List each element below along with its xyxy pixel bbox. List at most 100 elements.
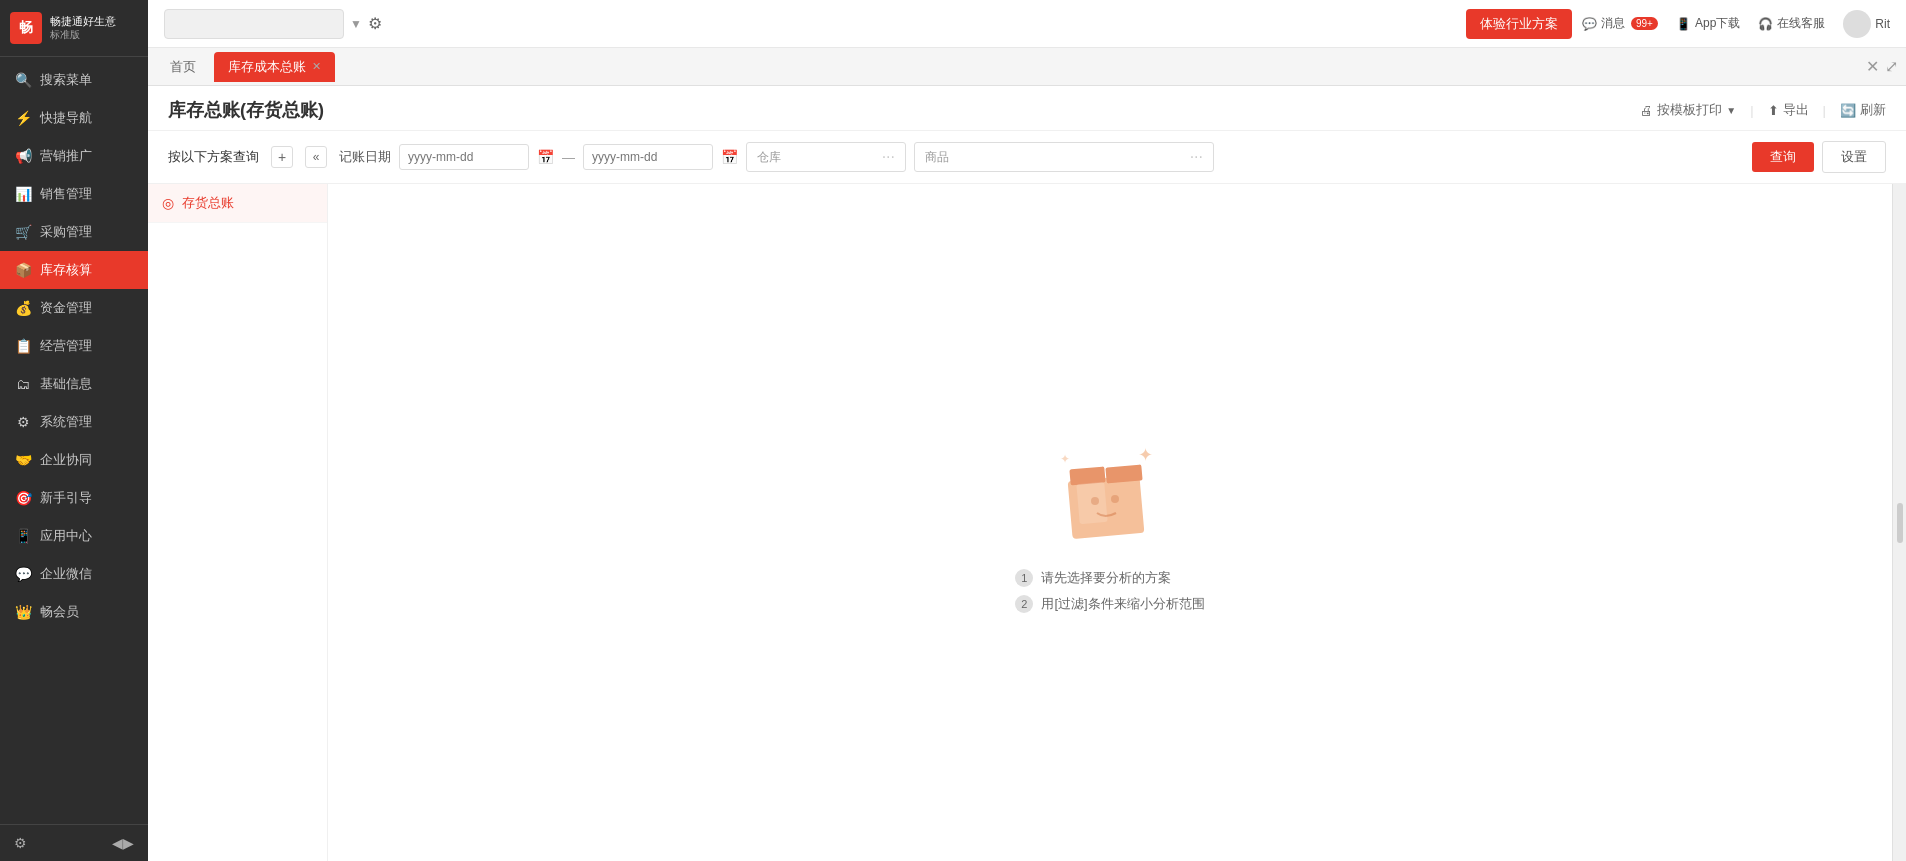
svg-rect-2 [1105, 464, 1142, 483]
topbar: ▼ ⚙ 体验行业方案 💬 消息 99+ 📱 App下载 🎧 在线客服 Rit [148, 0, 1906, 48]
close-panel-icon[interactable]: ✕ [1866, 57, 1879, 76]
sidebar-item-basic-info[interactable]: 🗂 基础信息 [0, 365, 148, 403]
settings-icon[interactable]: ⚙ [368, 14, 382, 33]
sidebar-item-capital[interactable]: 💰 资金管理 [0, 289, 148, 327]
sidebar-item-search-menu[interactable]: 🔍 搜索菜单 [0, 61, 148, 99]
tab-inventory-cost-label: 库存成本总账 [228, 58, 306, 76]
search-menu-icon: 🔍 [14, 71, 32, 89]
tip-text-2: 用[过滤]条件来缩小分析范围 [1041, 595, 1204, 613]
sidebar-item-label: 基础信息 [40, 375, 92, 393]
online-service-btn[interactable]: 🎧 在线客服 [1758, 15, 1825, 32]
empty-content: ✦ ✦ 1 请先选择要分析的方案 2 用[过滤]条 [1015, 433, 1204, 613]
sidebar-item-wechat[interactable]: 💬 企业微信 [0, 555, 148, 593]
sidebar-item-label: 搜索菜单 [40, 71, 92, 89]
main-area: ▼ ⚙ 体验行业方案 💬 消息 99+ 📱 App下载 🎧 在线客服 Rit [148, 0, 1906, 861]
sidebar-item-cooperation[interactable]: 🤝 企业协同 [0, 441, 148, 479]
export-icon: ⬆ [1768, 103, 1779, 118]
scheme-sidebar: ◎ 存货总账 [148, 184, 328, 861]
scheme-inventory-icon: ◎ [162, 195, 174, 211]
scheme-item-label: 存货总账 [182, 194, 234, 212]
filter-collapse-btn[interactable]: « [305, 146, 327, 168]
sidebar-item-label: 系统管理 [40, 413, 92, 431]
sidebar-item-member[interactable]: 👑 畅会员 [0, 593, 148, 631]
settings-footer-icon[interactable]: ⚙ [14, 835, 27, 851]
quick-nav-icon: ⚡ [14, 109, 32, 127]
tab-home-label: 首页 [170, 58, 196, 76]
sidebar-item-operations[interactable]: 📋 经营管理 [0, 327, 148, 365]
goods-select[interactable]: 商品 ··· [914, 142, 1214, 172]
sidebar-item-guide[interactable]: 🎯 新手引导 [0, 479, 148, 517]
sidebar-item-inventory[interactable]: 📦 库存核算 [0, 251, 148, 289]
sidebar-item-app-center[interactable]: 📱 应用中心 [0, 517, 148, 555]
sidebar-logo: 畅 畅捷通好生意 标准版 [0, 0, 148, 57]
sidebar-item-label: 应用中心 [40, 527, 92, 545]
sidebar-footer: ⚙ ◀▶ [0, 824, 148, 861]
collapse-icon[interactable]: ◀▶ [112, 835, 134, 851]
query-btn[interactable]: 查询 [1752, 142, 1814, 172]
print-btn[interactable]: 🖨 按模板打印 ▼ [1640, 101, 1736, 119]
divider: | [1750, 103, 1753, 118]
wechat-icon: 💬 [14, 565, 32, 583]
filter-add-btn[interactable]: + [271, 146, 293, 168]
page-title: 库存总账(存货总账) [168, 98, 324, 122]
print-icon: 🖨 [1640, 103, 1653, 118]
sidebar-item-system[interactable]: ⚙ 系统管理 [0, 403, 148, 441]
guide-icon: 🎯 [14, 489, 32, 507]
message-btn[interactable]: 💬 消息 99+ [1582, 15, 1658, 32]
refresh-btn[interactable]: 🔄 刷新 [1840, 101, 1886, 119]
right-panel-handle [1897, 503, 1903, 543]
right-panel[interactable] [1892, 184, 1906, 861]
print-dropdown-icon[interactable]: ▼ [1726, 105, 1736, 116]
sidebar-item-label: 企业协同 [40, 451, 92, 469]
scheme-item-inventory-ledger[interactable]: ◎ 存货总账 [148, 184, 327, 223]
sidebar-item-sales[interactable]: 📊 销售管理 [0, 175, 148, 213]
tab-inventory-cost[interactable]: 库存成本总账 ✕ [214, 52, 335, 82]
calendar-start-icon[interactable]: 📅 [537, 149, 554, 165]
filter-bar: 按以下方案查询 + « 记账日期 📅 — 📅 仓库 ··· 商品 ··· 查询 … [148, 131, 1906, 184]
user-profile[interactable]: Rit [1843, 10, 1890, 38]
tab-home[interactable]: 首页 [156, 52, 210, 82]
sidebar-item-label: 经营管理 [40, 337, 92, 355]
expand-icon[interactable]: ⤢ [1885, 57, 1898, 76]
basic-info-icon: 🗂 [14, 375, 32, 393]
sidebar-item-label: 销售管理 [40, 185, 92, 203]
warehouse-more-icon: ··· [882, 148, 895, 166]
app-download-btn[interactable]: 📱 App下载 [1676, 15, 1740, 32]
goods-more-icon: ··· [1190, 148, 1203, 166]
sidebar-item-label: 采购管理 [40, 223, 92, 241]
page-header: 库存总账(存货总账) 🖨 按模板打印 ▼ | ⬆ 导出 | 🔄 刷新 [148, 86, 1906, 131]
date-end-input[interactable] [583, 144, 713, 170]
calendar-end-icon[interactable]: 📅 [721, 149, 738, 165]
svg-point-7 [1111, 495, 1119, 503]
operations-icon: 📋 [14, 337, 32, 355]
capital-icon: 💰 [14, 299, 32, 317]
sidebar-item-quick-nav[interactable]: ⚡ 快捷导航 [0, 99, 148, 137]
date-start-input[interactable] [399, 144, 529, 170]
empty-svg: ✦ ✦ [1050, 433, 1170, 553]
sidebar-item-marketing[interactable]: 📢 营销推广 [0, 137, 148, 175]
sidebar-item-purchase[interactable]: 🛒 采购管理 [0, 213, 148, 251]
empty-state: ✦ ✦ 1 请先选择要分析的方案 2 用[过滤]条 [328, 184, 1892, 861]
warehouse-select[interactable]: 仓库 ··· [746, 142, 906, 172]
settings-btn[interactable]: 设置 [1822, 141, 1886, 173]
purchase-icon: 🛒 [14, 223, 32, 241]
message-label: 消息 [1601, 15, 1625, 32]
tab-close-icon[interactable]: ✕ [312, 61, 321, 72]
system-icon: ⚙ [14, 413, 32, 431]
logo-text: 畅捷通好生意 [50, 14, 116, 28]
topbar-search-area: ▼ ⚙ [164, 9, 1456, 39]
sidebar-item-label: 企业微信 [40, 565, 92, 583]
goods-label: 商品 [925, 149, 949, 166]
content-area: ◎ 存货总账 [148, 184, 1906, 861]
avatar [1843, 10, 1871, 38]
headset-icon: 🎧 [1758, 17, 1773, 31]
filter-label: 按以下方案查询 [168, 148, 259, 166]
export-btn[interactable]: ⬆ 导出 [1768, 101, 1809, 119]
app-download-label: App下载 [1695, 15, 1740, 32]
empty-tip-2: 2 用[过滤]条件来缩小分析范围 [1015, 595, 1204, 613]
topbar-search-input[interactable] [164, 9, 344, 39]
tip-num-2: 2 [1015, 595, 1033, 613]
search-dropdown-icon[interactable]: ▼ [350, 17, 362, 31]
trial-btn[interactable]: 体验行业方案 [1466, 9, 1572, 39]
date-field-label: 记账日期 [339, 148, 391, 166]
